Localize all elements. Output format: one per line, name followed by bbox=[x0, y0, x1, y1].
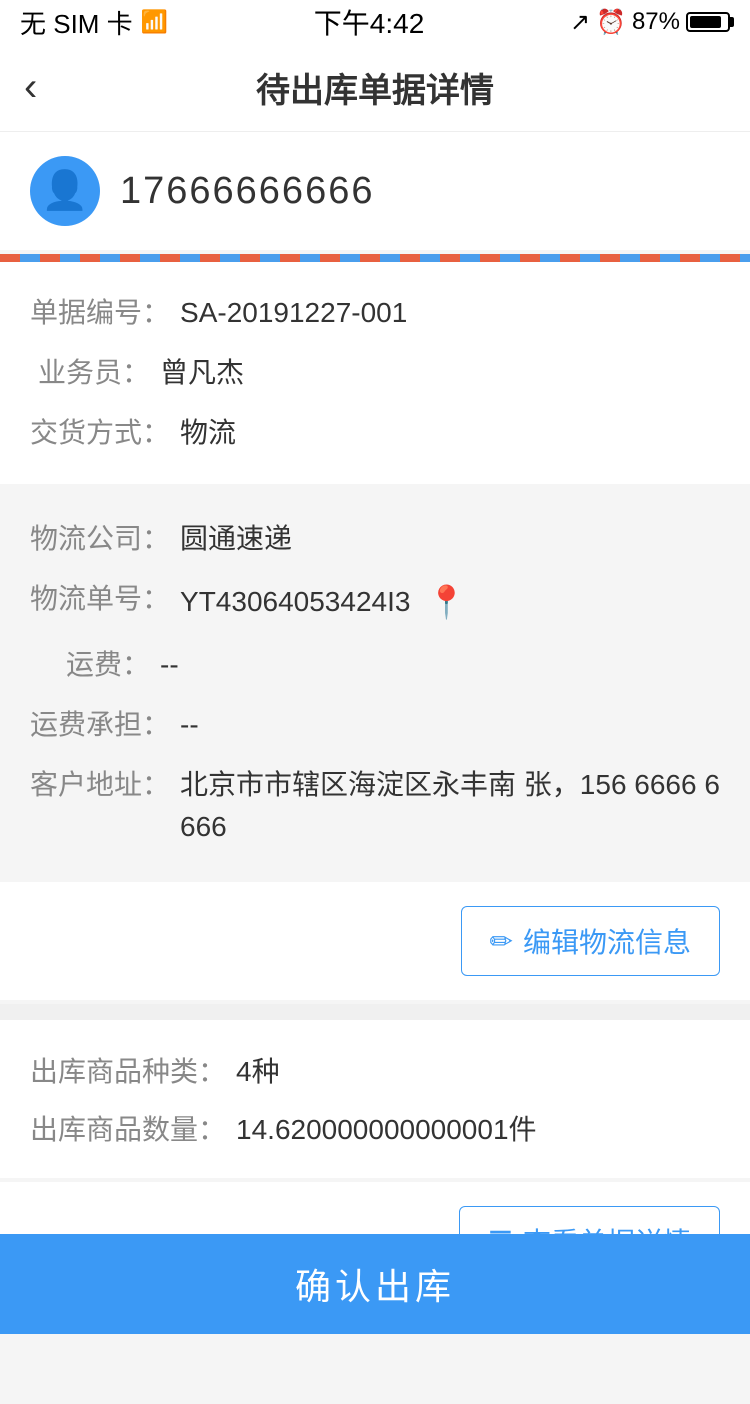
logistics-tracking-row: 物流单号： YT43064053424I3 📍 bbox=[30, 578, 720, 626]
logistics-tracking-label: 物流单号： bbox=[30, 578, 180, 620]
nav-bar: ‹ 待出库单据详情 bbox=[0, 44, 750, 132]
product-quantity-row: 出库商品数量： 14.620000000000001件 bbox=[30, 1108, 720, 1148]
location-status-icon: ↗ bbox=[570, 8, 590, 37]
customer-header: 👤 17666666666 bbox=[0, 132, 750, 250]
edit-icon: ✏ bbox=[490, 925, 513, 958]
page-title: 待出库单据详情 bbox=[256, 63, 494, 112]
delivery-value: 物流 bbox=[180, 412, 720, 454]
product-section: 出库商品种类： 4种 出库商品数量： 14.620000000000001件 bbox=[0, 1020, 750, 1178]
freight-bear-row: 运费承担： -- bbox=[30, 704, 720, 746]
alarm-icon: ⏰ bbox=[596, 8, 626, 37]
battery-indicator bbox=[686, 12, 730, 32]
gray-divider bbox=[0, 1004, 750, 1020]
delivery-label: 交货方式： bbox=[30, 412, 180, 454]
order-no-label: 单据编号： bbox=[30, 292, 180, 334]
status-right: ↗ ⏰ 87% bbox=[570, 8, 730, 37]
sim-text: 无 SIM 卡 bbox=[20, 4, 133, 41]
status-bar: 无 SIM 卡 📶 下午4:42 ↗ ⏰ 87% bbox=[0, 0, 750, 44]
edit-logistics-label: 编辑物流信息 bbox=[523, 921, 691, 961]
avatar: 👤 bbox=[30, 156, 100, 226]
edit-logistics-area: ✏ 编辑物流信息 bbox=[0, 882, 750, 1000]
product-type-row: 出库商品种类： 4种 bbox=[30, 1050, 720, 1090]
confirm-button[interactable]: 确认出库 bbox=[0, 1234, 750, 1334]
logistics-card: 物流公司： 圆通速递 物流单号： YT43064053424I3 📍 运费： -… bbox=[0, 488, 750, 878]
order-no-row: 单据编号： SA-20191227-001 bbox=[30, 292, 720, 334]
address-row: 客户地址： 北京市市辖区海淀区永丰南 张，156 6666 6666 bbox=[30, 764, 720, 848]
salesman-value: 曾凡杰 bbox=[160, 352, 720, 394]
user-icon: 👤 bbox=[41, 169, 88, 213]
address-label: 客户地址： bbox=[30, 764, 180, 806]
order-info-section: 单据编号： SA-20191227-001 业务员： 曾凡杰 交货方式： 物流 bbox=[0, 262, 750, 484]
logistics-company-row: 物流公司： 圆通速递 bbox=[30, 518, 720, 560]
logistics-tracking-value: YT43064053424I3 📍 bbox=[180, 578, 720, 626]
freight-row: 运费： -- bbox=[30, 644, 720, 686]
confirm-button-label: 确认出库 bbox=[295, 1258, 455, 1310]
customer-phone: 17666666666 bbox=[120, 170, 374, 213]
order-no-value: SA-20191227-001 bbox=[180, 292, 720, 334]
back-button[interactable]: ‹ bbox=[24, 65, 37, 110]
salesman-label: 业务员： bbox=[30, 352, 160, 394]
logistics-company-label: 物流公司： bbox=[30, 518, 180, 560]
battery-percent: 87% bbox=[632, 8, 680, 36]
wifi-icon: 📶 bbox=[141, 9, 168, 35]
freight-bear-value: -- bbox=[180, 704, 720, 746]
product-type-value: 4种 bbox=[236, 1050, 720, 1090]
product-quantity-value: 14.620000000000001件 bbox=[236, 1108, 720, 1148]
address-value: 北京市市辖区海淀区永丰南 张，156 6666 6666 bbox=[180, 764, 720, 848]
status-left: 无 SIM 卡 📶 bbox=[20, 4, 168, 41]
salesman-row: 业务员： 曾凡杰 bbox=[30, 352, 720, 394]
delivery-row: 交货方式： 物流 bbox=[30, 412, 720, 454]
logistics-company-value: 圆通速递 bbox=[180, 518, 720, 560]
status-time: 下午4:42 bbox=[314, 2, 425, 42]
map-pin-icon[interactable]: 📍 bbox=[426, 578, 466, 626]
product-quantity-label: 出库商品数量： bbox=[30, 1108, 236, 1148]
battery-fill bbox=[690, 16, 721, 28]
freight-value: -- bbox=[160, 644, 720, 686]
freight-label: 运费： bbox=[30, 644, 160, 686]
product-type-label: 出库商品种类： bbox=[30, 1050, 236, 1090]
edit-logistics-button[interactable]: ✏ 编辑物流信息 bbox=[461, 906, 720, 976]
dashed-divider bbox=[0, 254, 750, 262]
freight-bear-label: 运费承担： bbox=[30, 704, 180, 746]
